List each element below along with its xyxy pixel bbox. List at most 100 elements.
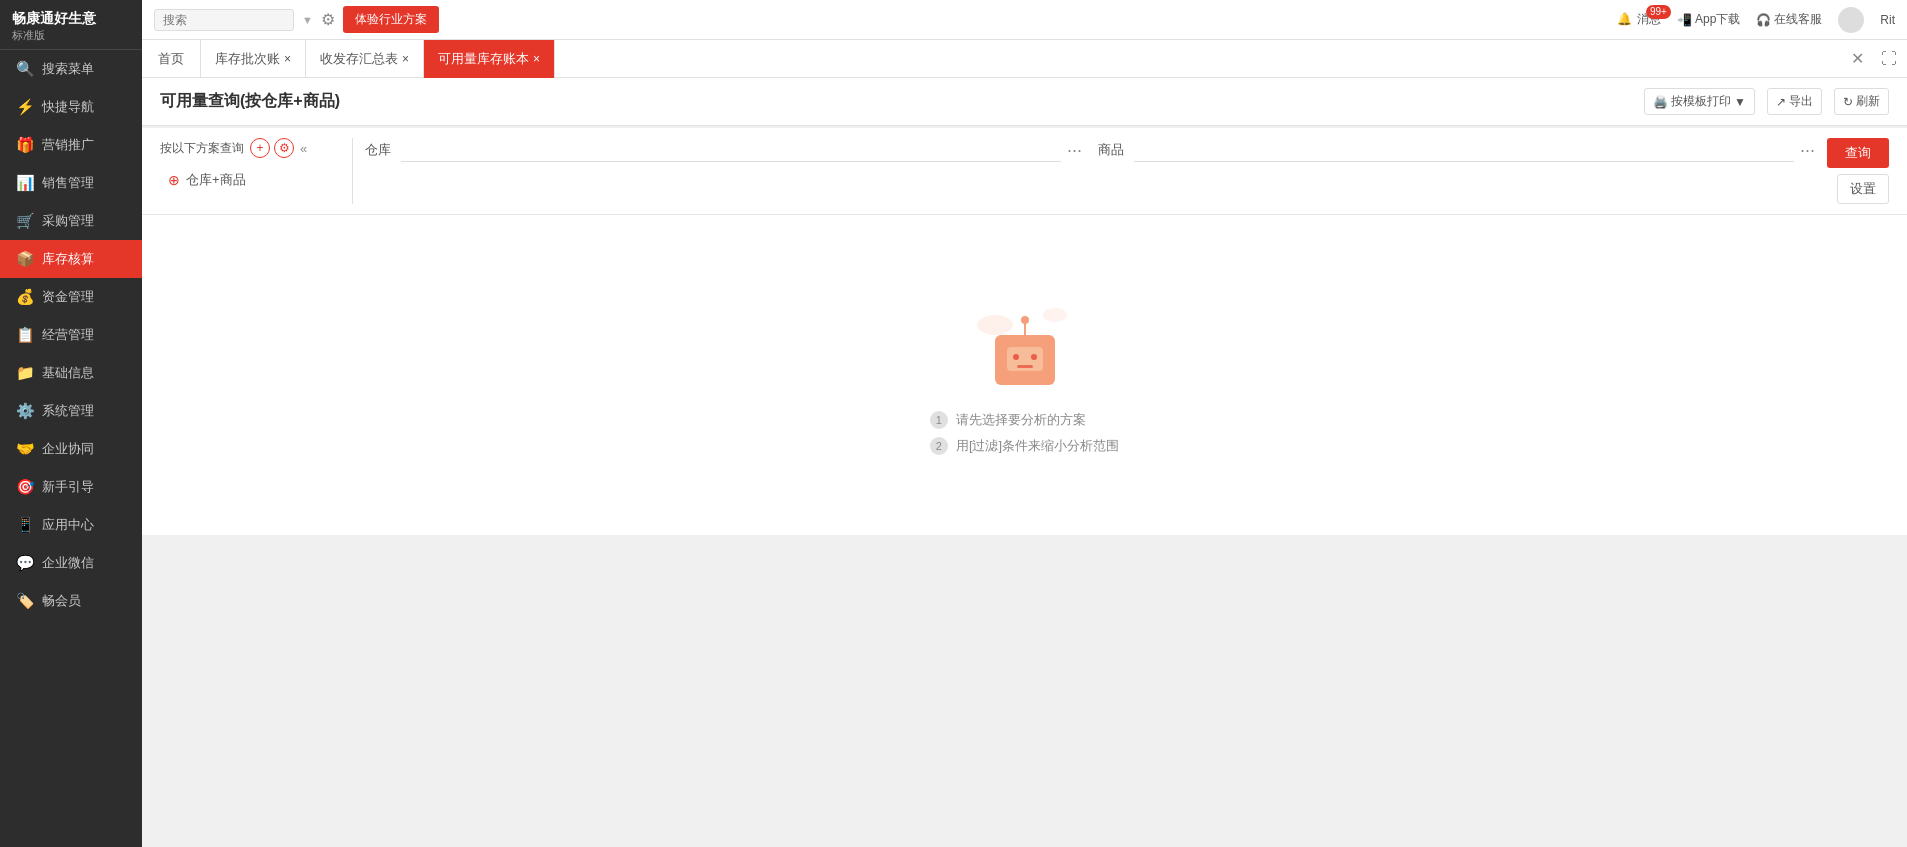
settings-icon[interactable]: ⚙ <box>321 10 335 29</box>
gear-icon: ⚙️ <box>16 402 34 420</box>
sidebar-item-label: 销售管理 <box>42 174 94 192</box>
export-btn[interactable]: ↗ 导出 <box>1767 88 1822 115</box>
tab-close-icon[interactable]: × <box>533 53 540 65</box>
sidebar-item-inventory[interactable]: 📦 库存核算 <box>0 240 142 278</box>
collapse-btn[interactable]: « <box>300 141 307 156</box>
query-divider <box>352 138 353 204</box>
user-name: Rit <box>1880 13 1895 27</box>
empty-visual <box>965 295 1085 395</box>
print-btn[interactable]: 🖨️ 按模板打印 ▼ <box>1644 88 1755 115</box>
app-download-btn[interactable]: 📲 App下载 <box>1677 11 1740 28</box>
app-download-label: App下载 <box>1695 11 1740 28</box>
svg-point-8 <box>1021 316 1029 324</box>
gift-icon: 🎁 <box>16 136 34 154</box>
sidebar-item-basic[interactable]: 📁 基础信息 <box>0 354 142 392</box>
logo-subtitle: 标准版 <box>12 28 130 43</box>
goods-label: 商品 <box>1098 141 1128 159</box>
warehouse-label: 仓库 <box>365 141 395 159</box>
handshake-icon: 🤝 <box>16 440 34 458</box>
headset-icon: 🎧 <box>1756 13 1771 27</box>
query-field-goods: 商品 ··· <box>1098 138 1815 162</box>
bell-icon: 🔔 <box>1617 12 1632 26</box>
sidebar-item-member[interactable]: 🏷️ 畅会员 <box>0 582 142 620</box>
sidebar-item-purchase[interactable]: 🛒 采购管理 <box>0 202 142 240</box>
hint-number-1: 1 <box>930 411 948 429</box>
export-label: 导出 <box>1789 93 1813 110</box>
box-icon: 📦 <box>16 250 34 268</box>
scheme-header-label: 按以下方案查询 <box>160 140 244 157</box>
tab-receipts[interactable]: 收发存汇总表 × <box>306 40 424 78</box>
sidebar-item-wechat[interactable]: 💬 企业微信 <box>0 544 142 582</box>
logo-title: 畅康通好生意 <box>12 10 130 28</box>
sidebar-item-guide[interactable]: 🎯 新手引导 <box>0 468 142 506</box>
sidebar-item-shortcut[interactable]: ⚡ 快捷导航 <box>0 88 142 126</box>
search-icon: 🔍 <box>16 60 34 78</box>
message-btn[interactable]: 🔔 99+ 消息 <box>1617 11 1661 28</box>
shortcut-icon: ⚡ <box>16 98 34 116</box>
empty-hint: 1 请先选择要分析的方案 2 用[过滤]条件来缩小分析范围 <box>930 411 1119 455</box>
sidebar-item-appstore[interactable]: 📱 应用中心 <box>0 506 142 544</box>
tag-icon: 🏷️ <box>16 592 34 610</box>
tab-expand-btn[interactable]: ⛶ <box>1875 45 1903 73</box>
page-content: 可用量查询(按仓库+商品) 🖨️ 按模板打印 ▼ ↗ 导出 ↻ 刷新 <box>142 78 1907 847</box>
tab-close-icon[interactable]: × <box>284 53 291 65</box>
sidebar: 畅康通好生意 标准版 🔍 搜索菜单 ⚡ 快捷导航 🎁 营销推广 📊 销售管理 🛒… <box>0 0 142 847</box>
sidebar-logo: 畅康通好生意 标准版 <box>0 0 142 50</box>
empty-hint-item-2: 2 用[过滤]条件来缩小分析范围 <box>930 437 1119 455</box>
export-icon: ↗ <box>1776 95 1786 109</box>
goods-input[interactable] <box>1134 138 1794 162</box>
sidebar-item-finance[interactable]: 💰 资金管理 <box>0 278 142 316</box>
message-badge: 99+ <box>1646 5 1671 19</box>
sidebar-item-enterprise[interactable]: 🤝 企业协同 <box>0 430 142 468</box>
sidebar-item-label: 经营管理 <box>42 326 94 344</box>
svg-point-1 <box>1043 308 1067 322</box>
sidebar-item-label: 企业协同 <box>42 440 94 458</box>
query-submit-area: 查询 设置 <box>1827 138 1889 204</box>
refresh-btn[interactable]: ↻ 刷新 <box>1834 88 1889 115</box>
query-row-1: 仓库 ··· 商品 ··· <box>365 138 1815 162</box>
sidebar-item-label: 基础信息 <box>42 364 94 382</box>
goods-more-btn[interactable]: ··· <box>1800 141 1815 159</box>
sidebar-item-marketing[interactable]: 🎁 营销推广 <box>0 126 142 164</box>
sidebar-item-label: 系统管理 <box>42 402 94 420</box>
sidebar-item-label: 资金管理 <box>42 288 94 306</box>
empty-hint-item-1: 1 请先选择要分析的方案 <box>930 411 1119 429</box>
tab-close-all-btn[interactable]: ✕ <box>1843 45 1871 73</box>
sidebar-item-sales[interactable]: 📊 销售管理 <box>0 164 142 202</box>
print-dropdown-icon: ▼ <box>1734 95 1746 109</box>
refresh-icon: ↻ <box>1843 95 1853 109</box>
sidebar-item-search[interactable]: 🔍 搜索菜单 <box>0 50 142 88</box>
sidebar-item-label: 畅会员 <box>42 592 81 610</box>
main-area: ▼ ⚙ 体验行业方案 🔔 99+ 消息 📲 App下载 🎧 在线客服 Rit 首… <box>142 0 1907 847</box>
tab-home[interactable]: 首页 <box>142 40 201 78</box>
topbar-right: 🔔 99+ 消息 📲 App下载 🎧 在线客服 Rit <box>1617 7 1895 33</box>
sidebar-item-label: 营销推广 <box>42 136 94 154</box>
tab-batch[interactable]: 库存批次账 × <box>201 40 306 78</box>
industry-btn[interactable]: 体验行业方案 <box>343 6 439 33</box>
sidebar-item-label: 库存核算 <box>42 250 94 268</box>
customer-service-btn[interactable]: 🎧 在线客服 <box>1756 11 1822 28</box>
cart-icon: 🛒 <box>16 212 34 230</box>
add-scheme-btn[interactable]: + <box>250 138 270 158</box>
warehouse-more-btn[interactable]: ··· <box>1067 141 1082 159</box>
sidebar-item-system[interactable]: ⚙️ 系统管理 <box>0 392 142 430</box>
query-btn[interactable]: 查询 <box>1827 138 1889 168</box>
money-icon: 💰 <box>16 288 34 306</box>
scheme-item-warehouse-goods[interactable]: ⊕ 仓库+商品 <box>160 166 340 194</box>
settings-btn[interactable]: 设置 <box>1837 174 1889 204</box>
query-field-warehouse: 仓库 ··· <box>365 138 1082 162</box>
tab-close-icon[interactable]: × <box>402 53 409 65</box>
avatar[interactable] <box>1838 7 1864 33</box>
tab-available[interactable]: 可用量库存账本 × <box>424 40 555 78</box>
svg-point-5 <box>1031 354 1037 360</box>
sidebar-item-operation[interactable]: 📋 经营管理 <box>0 316 142 354</box>
query-fields: 仓库 ··· 商品 ··· <box>365 138 1815 162</box>
edit-scheme-btn[interactable]: ⚙ <box>274 138 294 158</box>
search-input[interactable] <box>154 9 294 31</box>
sidebar-item-label: 应用中心 <box>42 516 94 534</box>
empty-state: 1 请先选择要分析的方案 2 用[过滤]条件来缩小分析范围 <box>142 215 1907 535</box>
dropdown-arrow: ▼ <box>302 14 313 26</box>
scheme-list: ⊕ 仓库+商品 <box>160 162 340 194</box>
sidebar-item-label: 新手引导 <box>42 478 94 496</box>
warehouse-input[interactable] <box>401 138 1061 162</box>
